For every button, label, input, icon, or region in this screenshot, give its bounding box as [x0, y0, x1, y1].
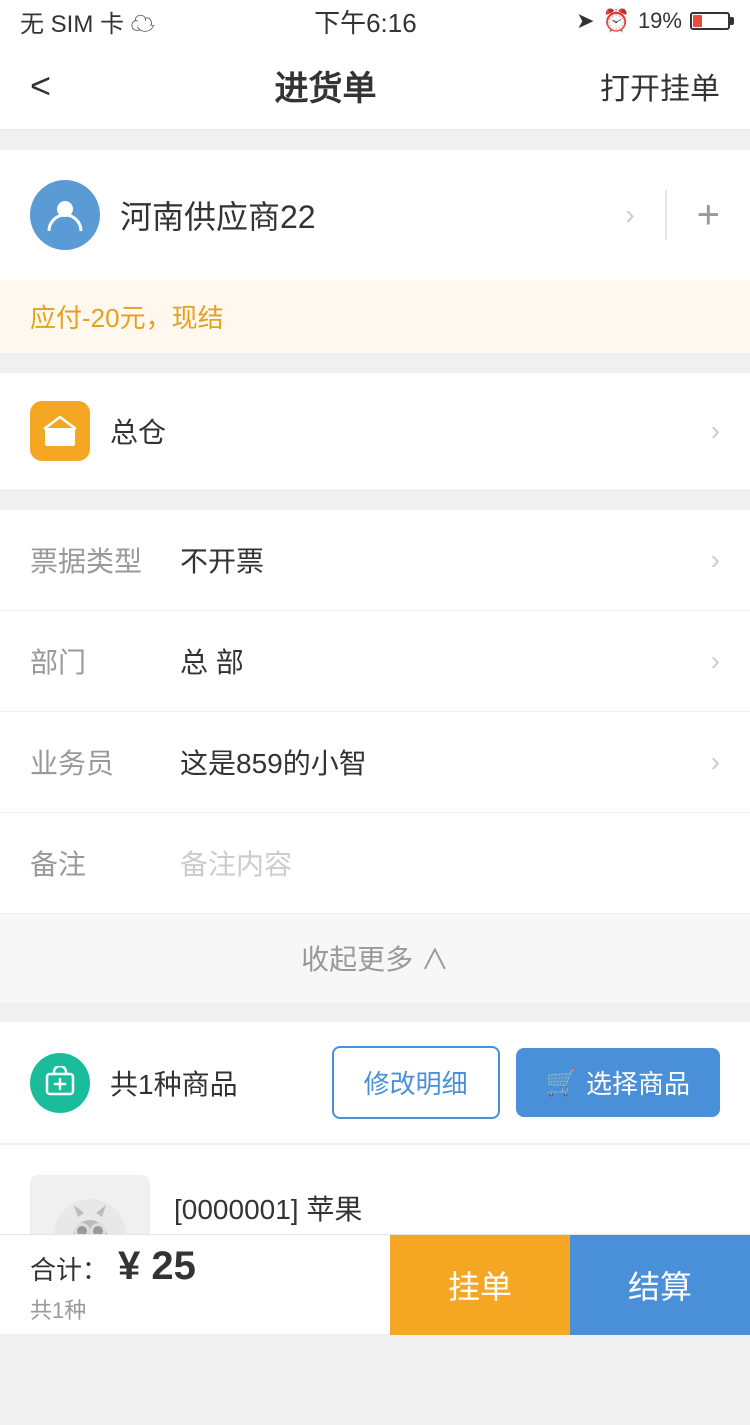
select-product-button[interactable]: 🛒 选择商品	[516, 1048, 720, 1117]
product-header: 共1种商品 修改明细 🛒 选择商品	[0, 1022, 750, 1143]
remark-label: 备注	[30, 843, 180, 883]
warehouse-icon	[30, 401, 90, 461]
product-count-text: 共1种商品	[110, 1063, 332, 1103]
page-title: 进货单	[275, 61, 377, 110]
status-left: 无 SIM 卡 ☁	[20, 4, 155, 39]
edit-detail-button[interactable]: 修改明细	[332, 1046, 500, 1119]
battery-icon	[690, 12, 730, 30]
cart-icon: 🛒	[546, 1067, 578, 1098]
product-title: 苹果	[306, 1194, 362, 1225]
total-count: 共1种	[30, 1293, 360, 1325]
footer-total-row: 合计： ¥ 25	[30, 1244, 360, 1289]
footer-total: 合计： ¥ 25 共1种	[0, 1244, 390, 1325]
product-name: [0000001] 苹果	[174, 1188, 688, 1228]
warehouse-row[interactable]: 总仓 ›	[0, 373, 750, 490]
status-right: ➤ ⏰ 19%	[576, 8, 730, 34]
department-chevron-icon: ›	[711, 645, 720, 677]
location-icon: ➤	[576, 8, 594, 34]
salesperson-value: 这是859的小智	[180, 742, 711, 782]
department-row[interactable]: 部门 总 部 ›	[0, 611, 750, 712]
invoice-type-row[interactable]: 票据类型 不开票 ›	[0, 510, 750, 611]
remark-placeholder: 备注内容	[180, 843, 720, 883]
collapse-button[interactable]: 收起更多 ∧	[0, 914, 750, 1002]
salesperson-row[interactable]: 业务员 这是859的小智 ›	[0, 712, 750, 813]
invoice-type-value: 不开票	[180, 540, 711, 580]
invoice-type-label: 票据类型	[30, 540, 180, 580]
hang-button[interactable]: 挂单	[390, 1235, 570, 1335]
total-amount: ¥ 25	[118, 1244, 196, 1289]
product-code: [0000001]	[174, 1194, 299, 1225]
alarm-icon: ⏰	[603, 8, 630, 34]
supplier-section: 河南供应商22 › + 应付-20元，现结	[0, 150, 750, 353]
product-section: 共1种商品 修改明细 🛒 选择商品	[0, 1022, 750, 1143]
warehouse-section: 总仓 ›	[0, 373, 750, 490]
remark-row[interactable]: 备注 备注内容	[0, 813, 750, 914]
supplier-row[interactable]: 河南供应商22 › +	[0, 150, 750, 280]
add-supplier-button[interactable]: +	[697, 193, 720, 238]
product-count-icon	[30, 1053, 90, 1113]
back-button[interactable]: <	[30, 65, 51, 107]
department-value: 总 部	[180, 641, 711, 681]
supplier-alert: 应付-20元，现结	[0, 280, 750, 353]
status-time: 下午6:16	[314, 3, 417, 40]
salesperson-chevron-icon: ›	[711, 746, 720, 778]
form-section: 票据类型 不开票 › 部门 总 部 › 业务员 这是859的小智 › 备注 备注…	[0, 510, 750, 914]
invoice-type-chevron-icon: ›	[711, 544, 720, 576]
pay-button[interactable]: 结算	[570, 1235, 750, 1335]
supplier-divider	[665, 190, 667, 240]
supplier-name: 河南供应商22	[120, 192, 625, 238]
status-bar: 无 SIM 卡 ☁ 下午6:16 ➤ ⏰ 19%	[0, 0, 750, 42]
battery-percent: 19%	[638, 8, 682, 34]
warehouse-chevron-icon: ›	[711, 415, 720, 447]
department-label: 部门	[30, 641, 180, 681]
sim-status: 无 SIM 卡 ☁	[20, 4, 155, 39]
warehouse-name: 总仓	[110, 411, 711, 451]
footer: 合计： ¥ 25 共1种 挂单 结算	[0, 1234, 750, 1334]
salesperson-label: 业务员	[30, 742, 180, 782]
supplier-chevron-icon: ›	[625, 199, 634, 231]
total-label: 合计：	[30, 1250, 108, 1287]
supplier-avatar	[30, 180, 100, 250]
open-hang-button[interactable]: 打开挂单	[600, 64, 720, 108]
nav-bar: < 进货单 打开挂单	[0, 42, 750, 130]
